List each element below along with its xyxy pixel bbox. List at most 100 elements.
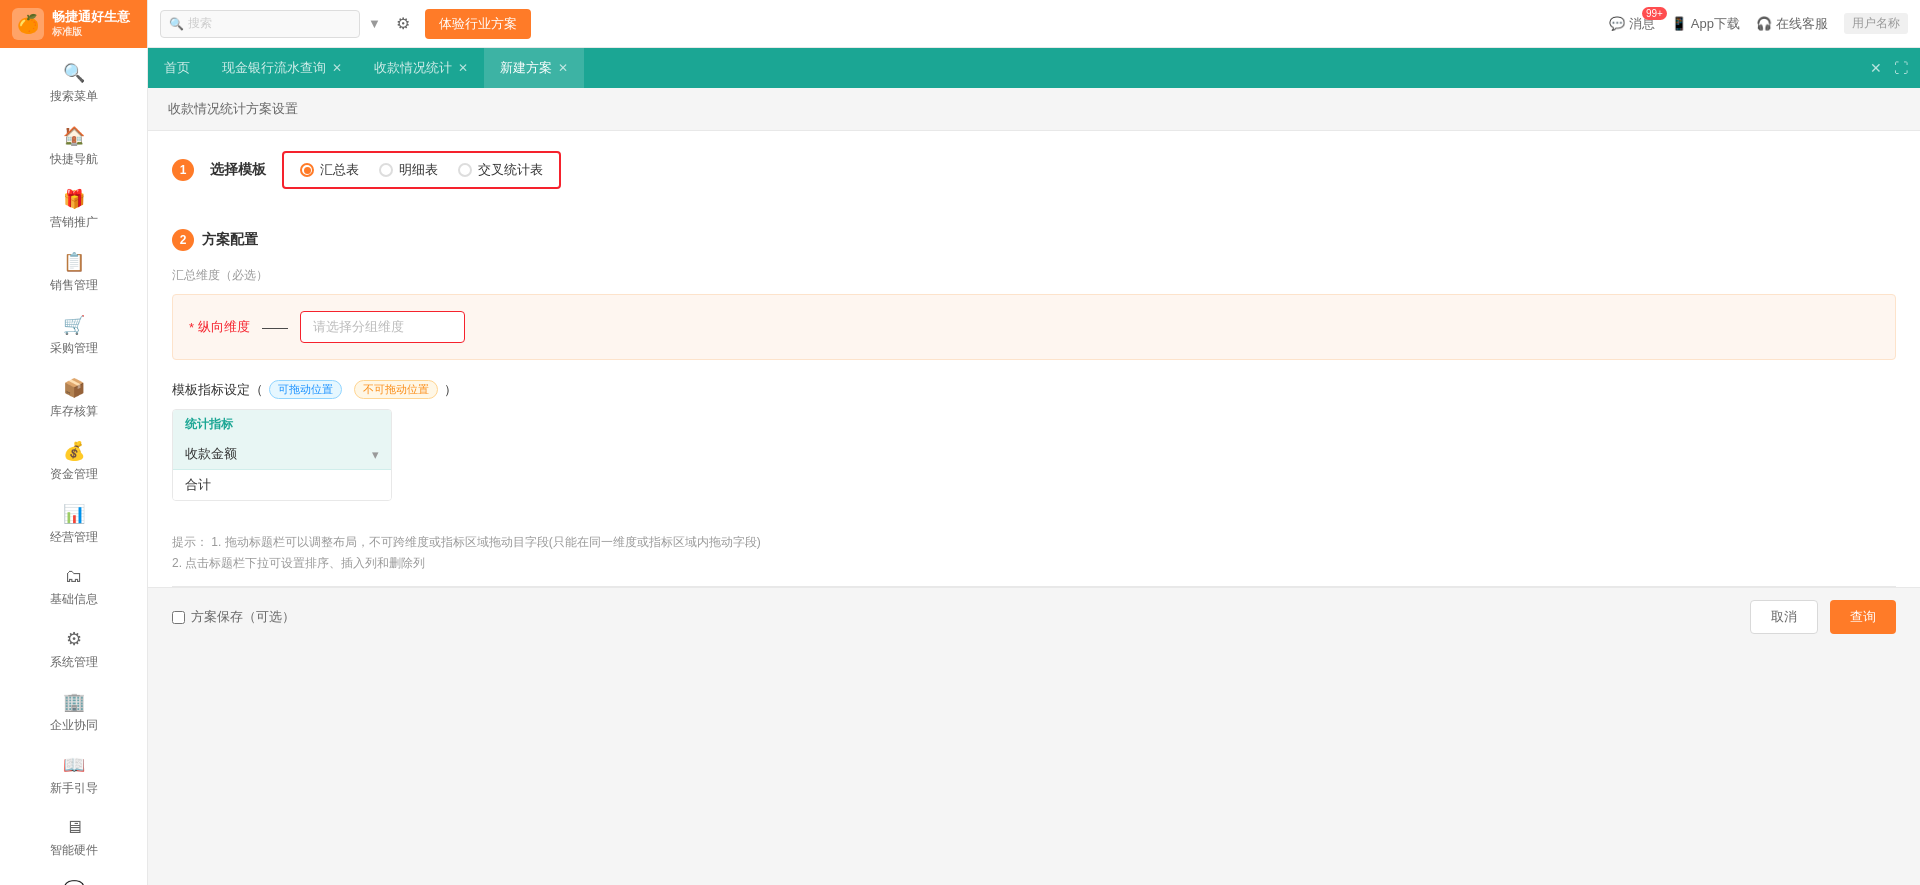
header: 🔍 搜索 ▼ ⚙ 体验行业方案 💬 消息 99+ 📱 App下载 🎧 xyxy=(148,0,1920,48)
step1-row: 1 选择模板 汇总表 明细表 xyxy=(172,151,1896,189)
tip-item-2: 2. 点击标题栏下拉可设置排序、插入列和删除列 xyxy=(172,555,1896,572)
step1-section: 1 选择模板 汇总表 明细表 xyxy=(148,131,1920,229)
tab-receipt-stat-close[interactable]: ✕ xyxy=(458,61,468,75)
enterprise-icon: 🏢 xyxy=(63,691,85,713)
step2-circle: 2 xyxy=(172,229,194,251)
message-icon: 💬 xyxy=(1609,16,1625,31)
sidebar-item-label: 经营管理 xyxy=(50,529,98,546)
tab-home[interactable]: 首页 xyxy=(148,48,206,88)
download-icon: 📱 xyxy=(1671,16,1687,31)
dimension-row-label: * 纵向维度 xyxy=(189,318,250,336)
sidebar-item-inventory[interactable]: 📦 库存核算 xyxy=(0,367,147,430)
tab-receipt-stat[interactable]: 收款情况统计 ✕ xyxy=(358,48,484,88)
step2-label: 方案配置 xyxy=(202,231,258,249)
indicator-close-paren: ） xyxy=(444,381,457,399)
online-service-button[interactable]: 🎧 在线客服 xyxy=(1756,15,1828,33)
sidebar-item-finance[interactable]: 💰 资金管理 xyxy=(0,430,147,493)
radio-detail[interactable] xyxy=(379,163,393,177)
finance-icon: 💰 xyxy=(63,440,85,462)
sidebar-item-wechat[interactable]: 💬 企业微信 xyxy=(0,869,147,885)
unmovable-badge: 不可拖动位置 xyxy=(354,380,438,399)
sidebar-item-operation[interactable]: 📊 经营管理 xyxy=(0,493,147,556)
tab-home-label: 首页 xyxy=(164,59,190,77)
template-crosstab-label: 交叉统计表 xyxy=(478,161,543,179)
basic-info-icon: 🗂 xyxy=(65,566,83,587)
sidebar-item-enterprise[interactable]: 🏢 企业协同 xyxy=(0,681,147,744)
indicator-total-row: 合计 xyxy=(173,470,391,500)
sidebar-item-newbie[interactable]: 📖 新手引导 xyxy=(0,744,147,807)
sidebar-item-purchase[interactable]: 🛒 采购管理 xyxy=(0,304,147,367)
indicator-setting-text: 模板指标设定（ xyxy=(172,381,263,399)
dimension-row: * 纵向维度 —— 请选择分组维度 xyxy=(189,311,1879,343)
smart-hw-icon: 🖥 xyxy=(65,817,83,838)
template-detail-option[interactable]: 明细表 xyxy=(379,161,438,179)
step1-label: 选择模板 xyxy=(210,161,266,179)
breadcrumb-text: 收款情况统计方案设置 xyxy=(168,101,298,116)
template-options-box: 汇总表 明细表 交叉统计表 xyxy=(282,151,561,189)
sidebar-item-label: 智能硬件 xyxy=(50,842,98,859)
header-dropdown-arrow[interactable]: ▼ xyxy=(368,16,381,31)
sidebar-item-basic-info[interactable]: 🗂 基础信息 xyxy=(0,556,147,618)
sidebar-item-search-menu[interactable]: 🔍 搜索菜单 xyxy=(0,52,147,115)
indicator-cell-amount[interactable]: 收款金额 ▾ xyxy=(173,439,391,470)
template-summary-option[interactable]: 汇总表 xyxy=(300,161,359,179)
tab-bank-flow-close[interactable]: ✕ xyxy=(332,61,342,75)
sidebar-item-label: 库存核算 xyxy=(50,403,98,420)
sidebar-item-label: 营销推广 xyxy=(50,214,98,231)
dimension-section: 汇总维度（必选） * 纵向维度 —— xyxy=(172,267,1896,360)
tab-bank-flow[interactable]: 现金银行流水查询 ✕ xyxy=(206,48,358,88)
gift-icon: 🎁 xyxy=(63,188,85,210)
logo-text-block: 畅捷通好生意 标准版 xyxy=(52,9,130,40)
vertical-dimension-label: 纵向维度 xyxy=(198,318,250,336)
tips-section: 提示： 1. 拖动标题栏可以调整布局，不可跨维度或指标区域拖动目字段(只能在同一… xyxy=(148,524,1920,586)
home-icon: 🏠 xyxy=(63,125,85,147)
sidebar-nav: 🔍 搜索菜单 🏠 快捷导航 🎁 营销推广 📋 销售管理 🛒 采购管理 📦 xyxy=(0,48,147,885)
logo-sub-text: 标准版 xyxy=(52,25,130,39)
sidebar-item-label: 快捷导航 xyxy=(50,151,98,168)
settings-button[interactable]: ⚙ xyxy=(389,10,417,38)
header-actions: 💬 消息 99+ 📱 App下载 🎧 在线客服 用户名称 xyxy=(1609,13,1908,34)
purchase-icon: 🛒 xyxy=(63,314,85,336)
industry-solution-button[interactable]: 体验行业方案 xyxy=(425,9,531,39)
indicator-section-label: 统计指标 xyxy=(185,417,233,431)
operation-icon: 📊 xyxy=(63,503,85,525)
sidebar-item-sales[interactable]: 📋 销售管理 xyxy=(0,241,147,304)
message-button[interactable]: 💬 消息 99+ xyxy=(1609,15,1655,33)
close-window-button[interactable]: ✕ xyxy=(1866,56,1886,80)
query-button[interactable]: 查询 xyxy=(1830,600,1896,634)
app-download-button[interactable]: 📱 App下载 xyxy=(1671,15,1740,33)
tab-bank-flow-label: 现金银行流水查询 xyxy=(222,59,326,77)
radio-summary[interactable] xyxy=(300,163,314,177)
indicator-dropdown-icon[interactable]: ▾ xyxy=(372,447,379,462)
expand-window-button[interactable]: ⛶ xyxy=(1890,56,1912,80)
wechat-icon: 💬 xyxy=(63,879,85,885)
sidebar-item-label: 搜索菜单 xyxy=(50,88,98,105)
cancel-button[interactable]: 取消 xyxy=(1750,600,1818,634)
tab-new-plan[interactable]: 新建方案 ✕ xyxy=(484,48,584,88)
main-area: 🔍 搜索 ▼ ⚙ 体验行业方案 💬 消息 99+ 📱 App下载 🎧 xyxy=(148,0,1920,885)
indicator-amount-text: 收款金额 xyxy=(185,445,237,463)
tab-new-plan-close[interactable]: ✕ xyxy=(558,61,568,75)
sidebar-item-smart-hw[interactable]: 🖥 智能硬件 xyxy=(0,807,147,869)
template-crosstab-option[interactable]: 交叉统计表 xyxy=(458,161,543,179)
footer-save-option[interactable]: 方案保存（可选） xyxy=(172,608,295,626)
required-star: * xyxy=(189,320,194,335)
sidebar-item-label: 采购管理 xyxy=(50,340,98,357)
logo-main-text: 畅捷通好生意 xyxy=(52,9,130,26)
sidebar-item-label: 企业协同 xyxy=(50,717,98,734)
save-checkbox[interactable] xyxy=(172,611,185,624)
tab-receipt-stat-label: 收款情况统计 xyxy=(374,59,452,77)
sidebar-item-system[interactable]: ⚙ 系统管理 xyxy=(0,618,147,681)
sidebar-item-quick-nav[interactable]: 🏠 快捷导航 xyxy=(0,115,147,178)
header-search[interactable]: 🔍 搜索 xyxy=(160,10,360,38)
footer-buttons: 取消 查询 xyxy=(1750,600,1896,634)
dimension-table: * 纵向维度 —— 请选择分组维度 xyxy=(172,294,1896,360)
sidebar-item-marketing[interactable]: 🎁 营销推广 xyxy=(0,178,147,241)
indicator-table-wrapper: 统计指标 收款金额 ▾ 合计 xyxy=(172,409,392,504)
search-menu-icon: 🔍 xyxy=(63,62,85,84)
radio-crosstab[interactable] xyxy=(458,163,472,177)
content-area: 收款情况统计方案设置 1 选择模板 汇总表 xyxy=(148,88,1920,885)
tabs-bar: 首页 现金银行流水查询 ✕ 收款情况统计 ✕ 新建方案 ✕ ✕ ⛶ xyxy=(148,48,1920,88)
dimension-title-label: 汇总维度（必选） xyxy=(172,267,1896,284)
dimension-select-input[interactable]: 请选择分组维度 xyxy=(300,311,465,343)
